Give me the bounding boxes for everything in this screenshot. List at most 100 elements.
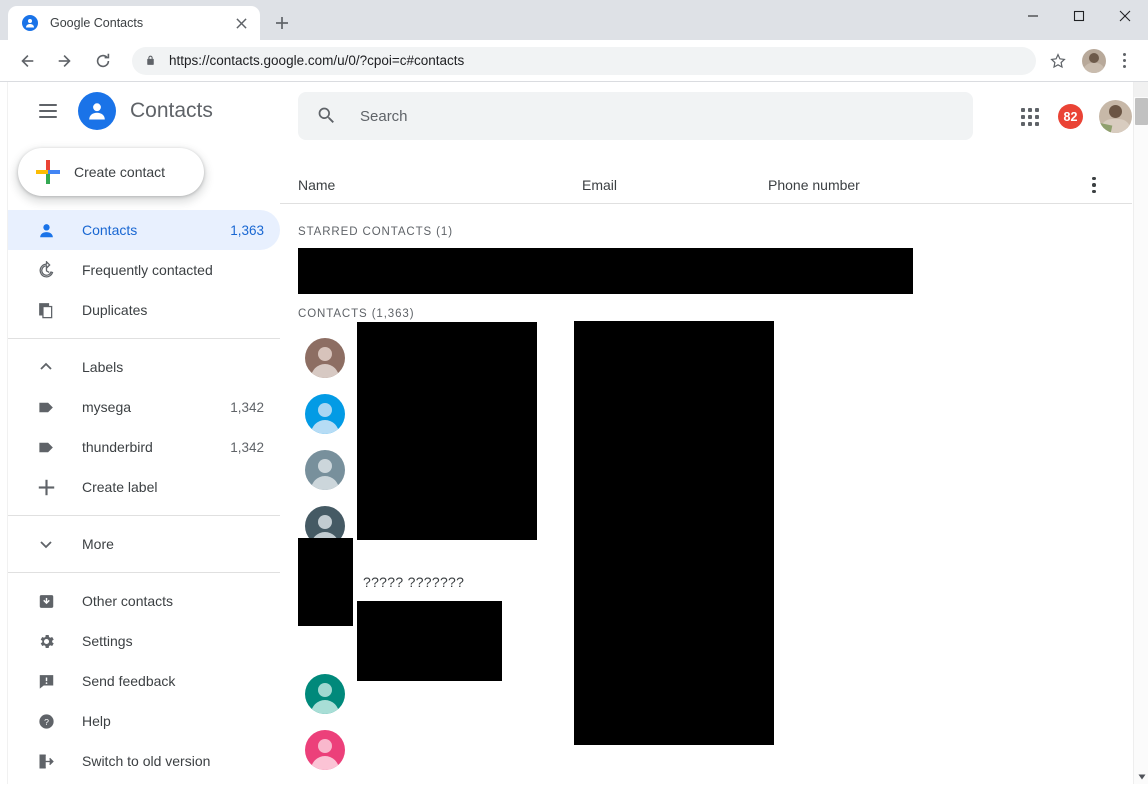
- sidebar-item-label: Switch to old version: [82, 753, 211, 769]
- sidebar-item-label: Settings: [82, 633, 133, 649]
- hamburger-menu-icon[interactable]: [28, 91, 68, 131]
- feedback-icon: [36, 671, 56, 691]
- plus-icon: [36, 477, 56, 497]
- chevron-up-icon: [36, 357, 56, 377]
- group-header-starred: STARRED CONTACTS (1): [298, 226, 453, 238]
- browser-toolbar: https://contacts.google.com/u/0/?cpoi=c#…: [0, 40, 1148, 82]
- plus-icon: [36, 160, 60, 184]
- contacts-favicon-icon: [22, 15, 38, 31]
- new-tab-button[interactable]: [268, 9, 296, 37]
- lock-icon: [144, 54, 157, 67]
- avatar-head: [1109, 105, 1122, 118]
- sidebar-item-label: Contacts: [82, 222, 138, 238]
- labels-section-header[interactable]: Labels: [8, 347, 280, 387]
- column-header-name: Name: [298, 176, 336, 193]
- sidebar-item-thunderbird[interactable]: thunderbird 1,342: [8, 427, 280, 467]
- redaction-block-name-column: [357, 322, 537, 540]
- sidebar-item-label: Help: [82, 713, 111, 729]
- address-bar[interactable]: https://contacts.google.com/u/0/?cpoi=c#…: [132, 46, 1036, 75]
- help-icon: ?: [36, 711, 56, 731]
- sidebar-item-switch-to-old-version[interactable]: Switch to old version: [8, 741, 280, 781]
- search-input[interactable]: [360, 107, 973, 125]
- table-row[interactable]: [298, 248, 913, 294]
- history-icon: [36, 260, 56, 280]
- contacts-logo-icon: [78, 92, 116, 130]
- chrome-profile-avatar[interactable]: [1082, 48, 1106, 73]
- avatar-shirt: [1099, 122, 1113, 133]
- create-label-label: Create label: [82, 479, 158, 495]
- more-header-label: More: [82, 536, 114, 552]
- sidebar-item-duplicates[interactable]: Duplicates: [8, 290, 280, 330]
- create-contact-button[interactable]: Create contact: [18, 148, 204, 196]
- sidebar-item-label: Frequently contacted: [82, 262, 213, 278]
- gear-icon: [36, 631, 56, 651]
- main-content: 82 Name Email Phone number STARRED CONTA…: [280, 82, 1148, 784]
- app-brand-row: Contacts: [8, 82, 280, 140]
- main-scrollbar[interactable]: [1133, 82, 1148, 784]
- sidebar-item-label: Duplicates: [82, 302, 148, 318]
- column-header-email: Email: [582, 176, 618, 193]
- exit-icon: [36, 751, 56, 771]
- sidebar-item-label: Send feedback: [82, 673, 176, 689]
- bookmark-star-icon[interactable]: [1044, 47, 1072, 75]
- browser-tab[interactable]: Google Contacts: [8, 6, 260, 40]
- chevron-down-icon: [36, 534, 56, 554]
- sidebar-item-mysega[interactable]: mysega 1,342: [8, 387, 280, 427]
- page-title: Contacts: [130, 99, 213, 122]
- avatar-body: [1083, 62, 1105, 73]
- avatar: [298, 538, 353, 626]
- tab-strip: Google Contacts: [0, 0, 1148, 40]
- contacts-app: Contacts Create contact Contacts 1,363 F…: [0, 82, 1148, 784]
- avatar: [305, 450, 345, 490]
- sidebar-item-settings[interactable]: Settings: [8, 621, 280, 661]
- table-column-headers: Name Email Phone number: [280, 166, 1132, 204]
- chrome-menu-icon[interactable]: [1112, 47, 1136, 75]
- copy-icon: [36, 300, 56, 320]
- forward-arrow-icon[interactable]: [50, 46, 80, 76]
- avatar: [305, 338, 345, 378]
- archive-icon: [36, 591, 56, 611]
- sidebar-divider: [8, 515, 280, 516]
- avatar[interactable]: [1099, 100, 1132, 133]
- url-text: https://contacts.google.com/u/0/?cpoi=c#…: [169, 53, 465, 68]
- scroll-down-arrow-icon[interactable]: [1134, 769, 1148, 784]
- label-name: thunderbird: [82, 439, 153, 455]
- label-name: mysega: [82, 399, 132, 415]
- redaction-block-name-column: [357, 601, 502, 681]
- label-count: 1,342: [230, 439, 264, 455]
- sidebar-item-other-contacts[interactable]: Other contacts: [8, 581, 280, 621]
- avatar-head: [1089, 52, 1099, 63]
- tab-close-icon[interactable]: [232, 14, 250, 32]
- sidebar: Contacts Create contact Contacts 1,363 F…: [8, 82, 280, 784]
- reload-icon[interactable]: [88, 46, 118, 76]
- window-controls: [1010, 0, 1148, 32]
- apps-grid-icon[interactable]: [1018, 105, 1042, 129]
- close-icon[interactable]: [1102, 0, 1148, 32]
- sidebar-item-contacts[interactable]: Contacts 1,363: [8, 210, 280, 250]
- search-bar[interactable]: [298, 92, 973, 140]
- table-more-options-icon[interactable]: [1082, 172, 1106, 198]
- sidebar-scroll-strip[interactable]: [0, 82, 8, 784]
- maximize-icon[interactable]: [1056, 0, 1102, 32]
- contact-name: ????? ???????: [363, 574, 465, 590]
- create-contact-label: Create contact: [74, 164, 166, 180]
- labels-header-label: Labels: [82, 359, 124, 375]
- sidebar-item-send-feedback[interactable]: Send feedback: [8, 661, 280, 701]
- back-arrow-icon[interactable]: [12, 46, 42, 76]
- svg-text:?: ?: [44, 717, 49, 727]
- minimize-icon[interactable]: [1010, 0, 1056, 32]
- sidebar-item-frequently-contacted[interactable]: Frequently contacted: [8, 250, 280, 290]
- sidebar-item-help[interactable]: ? Help: [8, 701, 280, 741]
- sidebar-divider: [8, 572, 280, 573]
- browser-window: Google Contacts https://contacts.google.…: [0, 0, 1148, 785]
- sidebar-item-create-label[interactable]: Create label: [8, 467, 280, 507]
- avatar: [305, 674, 345, 714]
- avatar: [305, 394, 345, 434]
- more-section-header[interactable]: More: [8, 524, 280, 564]
- search-icon: [316, 105, 338, 127]
- notifications-badge[interactable]: 82: [1058, 104, 1083, 129]
- label-icon: [36, 437, 56, 457]
- header-actions: 82: [1018, 100, 1132, 133]
- scrollbar-thumb[interactable]: [1135, 98, 1148, 125]
- primary-nav: Contacts 1,363 Frequently contacted Dupl…: [8, 210, 280, 330]
